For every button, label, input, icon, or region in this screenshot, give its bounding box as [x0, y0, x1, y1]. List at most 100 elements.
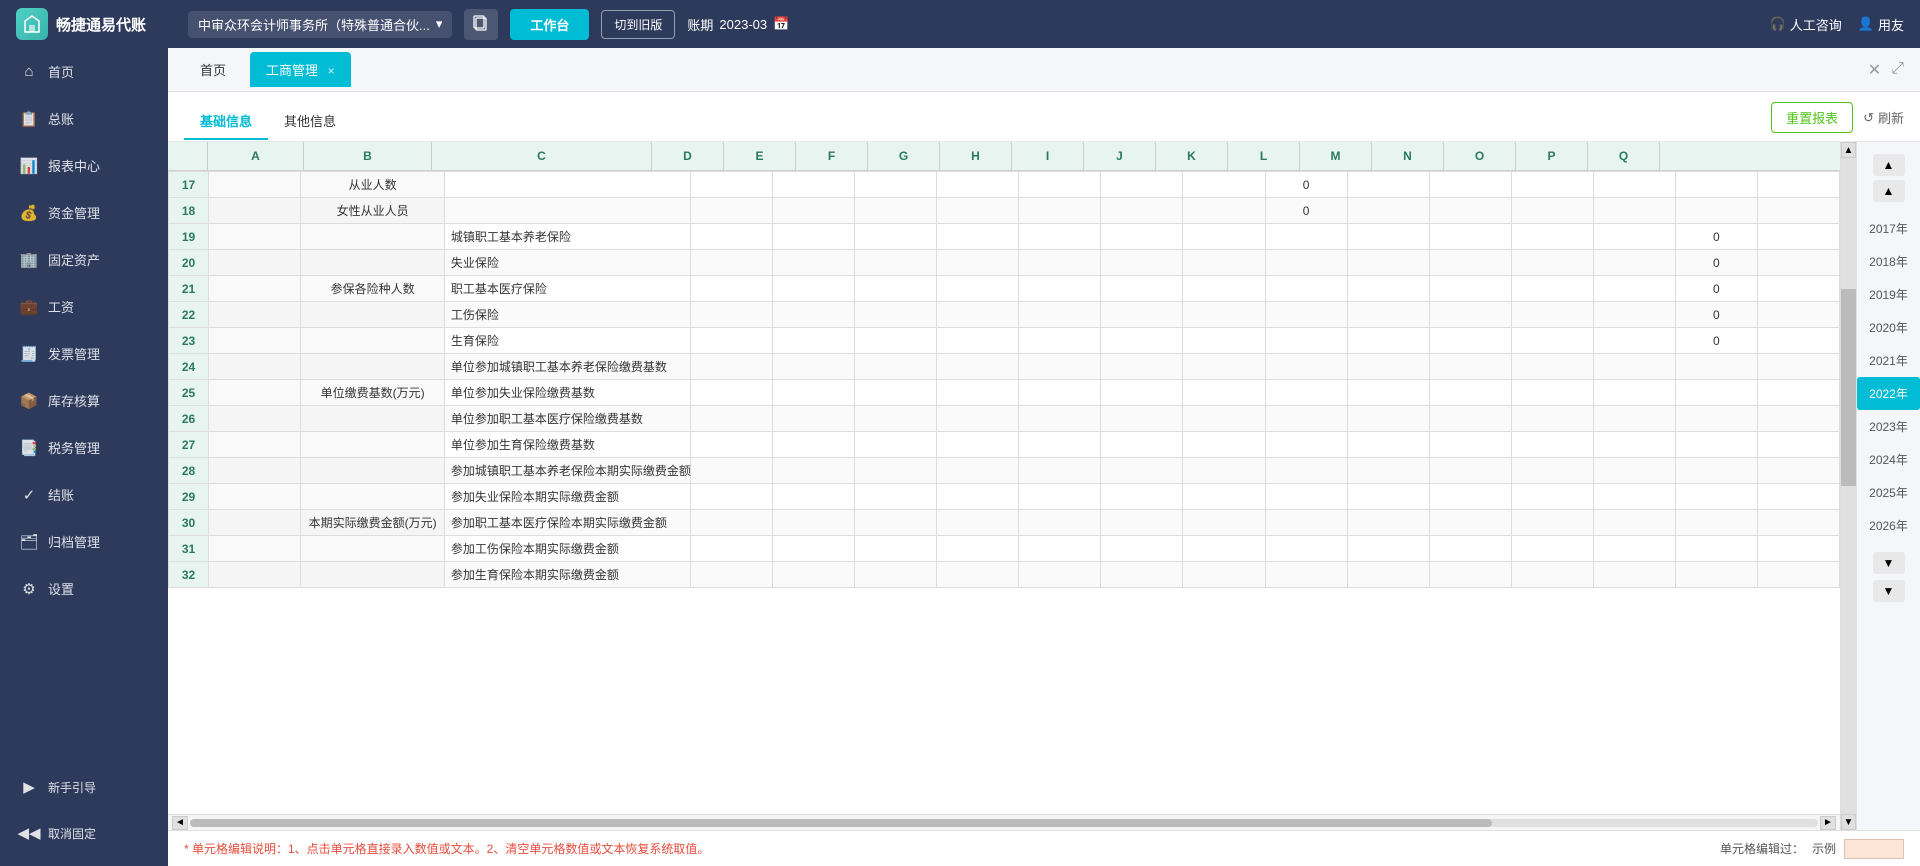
cell-28-h[interactable] — [1019, 458, 1101, 484]
cell-20-b[interactable] — [301, 250, 445, 276]
cell-19-j[interactable] — [1183, 224, 1265, 250]
cell-20-f[interactable] — [855, 250, 937, 276]
cell-26-h[interactable] — [1019, 406, 1101, 432]
cell-24-m[interactable] — [1429, 354, 1511, 380]
cell-26-a[interactable] — [209, 406, 301, 432]
cell-30-c[interactable]: 参加职工基本医疗保险本期实际缴费金额 — [444, 510, 690, 536]
cell-26-l[interactable] — [1347, 406, 1429, 432]
cell-29-e[interactable] — [773, 484, 855, 510]
cell-27-j[interactable] — [1183, 432, 1265, 458]
cell-26-o[interactable] — [1593, 406, 1675, 432]
cell-21-h[interactable] — [1019, 276, 1101, 302]
cell-24-c[interactable]: 单位参加城镇职工基本养老保险缴费基数 — [444, 354, 690, 380]
cell-17-d[interactable] — [691, 172, 773, 198]
sidebar-item-guide[interactable]: ▶ 新手引导 — [0, 764, 168, 810]
cell-32-q[interactable] — [1757, 562, 1839, 588]
cell-25-m[interactable] — [1429, 380, 1511, 406]
vertical-scrollbar[interactable]: ▲ ▼ — [1840, 142, 1856, 830]
cell-27-m[interactable] — [1429, 432, 1511, 458]
cell-25-k[interactable] — [1265, 380, 1347, 406]
cell-19-k[interactable] — [1265, 224, 1347, 250]
cell-19-c[interactable]: 城镇职工基本养老保险 — [444, 224, 690, 250]
cell-23-f[interactable] — [855, 328, 937, 354]
cell-30-n[interactable] — [1511, 510, 1593, 536]
cell-32-g[interactable] — [937, 562, 1019, 588]
cell-27-b[interactable] — [301, 432, 445, 458]
cell-23-a[interactable] — [209, 328, 301, 354]
cell-31-m[interactable] — [1429, 536, 1511, 562]
cell-29-h[interactable] — [1019, 484, 1101, 510]
cell-24-d[interactable] — [691, 354, 773, 380]
cell-21-q[interactable] — [1757, 276, 1839, 302]
year-2017[interactable]: 2017年 — [1857, 212, 1920, 245]
cell-18-j[interactable] — [1183, 198, 1265, 224]
sidebar-item-assets[interactable]: 🏢 固定资产 — [0, 236, 168, 283]
cell-25-h[interactable] — [1019, 380, 1101, 406]
cell-28-l[interactable] — [1347, 458, 1429, 484]
v-scroll-track[interactable] — [1841, 158, 1856, 814]
calendar-icon[interactable]: 📅 — [773, 16, 789, 32]
cell-24-i[interactable] — [1101, 354, 1183, 380]
cell-30-m[interactable] — [1429, 510, 1511, 536]
cell-24-l[interactable] — [1347, 354, 1429, 380]
cell-27-k[interactable] — [1265, 432, 1347, 458]
cell-22-e[interactable] — [773, 302, 855, 328]
cell-23-o[interactable] — [1593, 328, 1675, 354]
cell-21-l[interactable] — [1347, 276, 1429, 302]
cell-29-b[interactable] — [301, 484, 445, 510]
cell-18-l[interactable] — [1347, 198, 1429, 224]
cell-31-e[interactable] — [773, 536, 855, 562]
cell-19-o[interactable] — [1593, 224, 1675, 250]
cell-31-b[interactable] — [301, 536, 445, 562]
cell-28-b[interactable] — [301, 458, 445, 484]
cell-17-c[interactable] — [444, 172, 690, 198]
cell-24-b[interactable] — [301, 354, 445, 380]
cell-26-q[interactable] — [1757, 406, 1839, 432]
cell-28-m[interactable] — [1429, 458, 1511, 484]
cell-19-a[interactable] — [209, 224, 301, 250]
cell-29-q[interactable] — [1757, 484, 1839, 510]
cell-17-e[interactable] — [773, 172, 855, 198]
cell-20-c[interactable]: 失业保险 — [444, 250, 690, 276]
cell-22-c[interactable]: 工伤保险 — [444, 302, 690, 328]
cell-31-l[interactable] — [1347, 536, 1429, 562]
cell-22-m[interactable] — [1429, 302, 1511, 328]
cell-32-f[interactable] — [855, 562, 937, 588]
cell-25-d[interactable] — [691, 380, 773, 406]
cell-17-m[interactable] — [1429, 172, 1511, 198]
cell-19-q[interactable] — [1757, 224, 1839, 250]
cell-22-k[interactable] — [1265, 302, 1347, 328]
cell-22-n[interactable] — [1511, 302, 1593, 328]
cell-31-c[interactable]: 参加工伤保险本期实际缴费金额 — [444, 536, 690, 562]
cell-30-l[interactable] — [1347, 510, 1429, 536]
cell-21-i[interactable] — [1101, 276, 1183, 302]
cell-23-p[interactable]: 0 — [1675, 328, 1757, 354]
tab-home[interactable]: 首页 — [184, 52, 242, 87]
cell-20-q[interactable] — [1757, 250, 1839, 276]
cell-27-c[interactable]: 单位参加生育保险缴费基数 — [444, 432, 690, 458]
cell-25-o[interactable] — [1593, 380, 1675, 406]
cell-26-c[interactable]: 单位参加职工基本医疗保险缴费基数 — [444, 406, 690, 432]
sidebar-item-invoice[interactable]: 🧾 发票管理 — [0, 330, 168, 377]
cell-24-j[interactable] — [1183, 354, 1265, 380]
sidebar-item-funds[interactable]: 💰 资金管理 — [0, 189, 168, 236]
sidebar-item-ledger[interactable]: 📋 总账 — [0, 95, 168, 142]
year-2026[interactable]: 2026年 — [1857, 509, 1920, 542]
cell-31-q[interactable] — [1757, 536, 1839, 562]
cell-17-g[interactable] — [937, 172, 1019, 198]
cell-21-e[interactable] — [773, 276, 855, 302]
cell-23-i[interactable] — [1101, 328, 1183, 354]
year-2020[interactable]: 2020年 — [1857, 311, 1920, 344]
cell-24-f[interactable] — [855, 354, 937, 380]
cell-29-d[interactable] — [691, 484, 773, 510]
cell-22-b[interactable] — [301, 302, 445, 328]
cell-22-h[interactable] — [1019, 302, 1101, 328]
cell-22-p[interactable]: 0 — [1675, 302, 1757, 328]
cell-30-k[interactable] — [1265, 510, 1347, 536]
cell-23-h[interactable] — [1019, 328, 1101, 354]
cell-22-g[interactable] — [937, 302, 1019, 328]
cell-19-e[interactable] — [773, 224, 855, 250]
cell-27-p[interactable] — [1675, 432, 1757, 458]
cell-21-d[interactable] — [691, 276, 773, 302]
cell-21-k[interactable] — [1265, 276, 1347, 302]
